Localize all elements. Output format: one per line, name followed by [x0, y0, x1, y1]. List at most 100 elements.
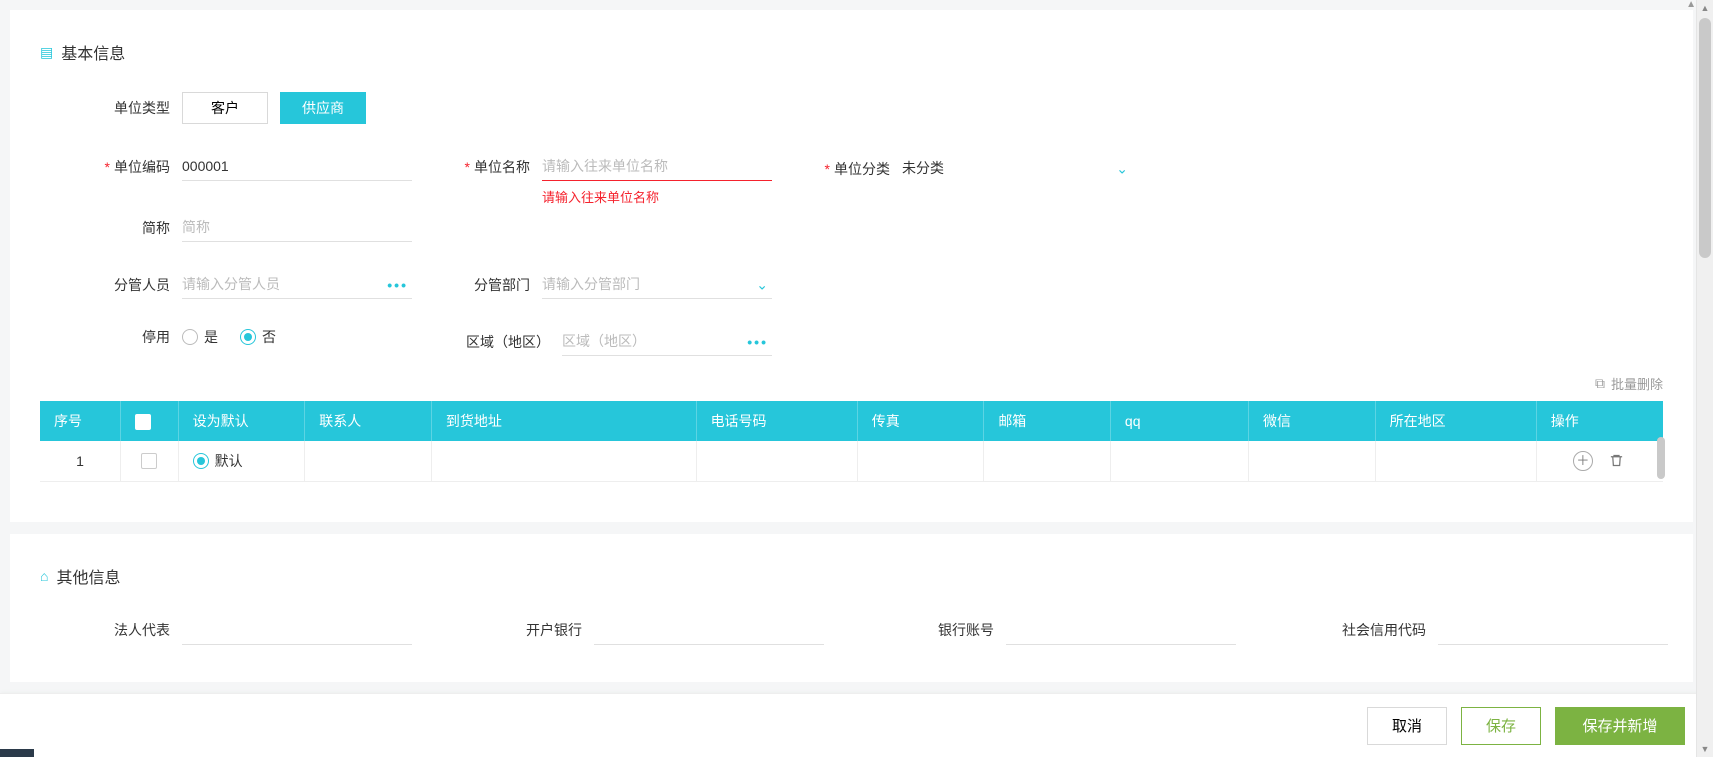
row-checkbox[interactable]: [141, 453, 157, 469]
input-manager[interactable]: [182, 270, 412, 299]
footer-action-bar: 取消 保存 保存并新增: [0, 693, 1713, 757]
unit-type-customer-button[interactable]: 客户: [182, 92, 268, 124]
radio-dot-icon: [193, 453, 209, 469]
field-unit-type: 单位类型 客户 供应商: [90, 92, 450, 124]
radio-disabled-yes[interactable]: 是: [182, 327, 218, 347]
add-row-button[interactable]: ＋: [1573, 451, 1593, 471]
dark-footer-strip: [0, 749, 34, 757]
scroll-down-icon[interactable]: ▼: [1697, 741, 1713, 757]
input-credit-code[interactable]: [1438, 616, 1668, 645]
table-header-row: 序号 设为默认 联系人 到货地址 电话号码 传真 邮箱 qq 微信 所在地区 操…: [40, 401, 1663, 441]
scroll-up-icon[interactable]: ▲: [1697, 0, 1713, 16]
page-scrollbar[interactable]: ▲ ▼: [1696, 0, 1713, 757]
th-qq: qq: [1110, 401, 1248, 441]
label-short-name: 简称: [90, 218, 170, 238]
label-department: 分管部门: [450, 275, 530, 295]
field-short-name: 简称: [90, 213, 450, 242]
th-address: 到货地址: [431, 401, 696, 441]
field-unit-category: *单位分类 未分类 ⌄: [810, 152, 1170, 185]
delete-row-button[interactable]: [1607, 451, 1627, 471]
input-short-name[interactable]: [182, 213, 412, 242]
input-unit-code[interactable]: [182, 152, 412, 181]
label-bank: 开户银行: [502, 620, 582, 640]
save-and-new-button[interactable]: 保存并新增: [1555, 707, 1685, 745]
field-bank: 开户银行: [502, 616, 824, 645]
label-region: 区域（地区）: [450, 332, 550, 352]
save-button[interactable]: 保存: [1461, 707, 1541, 745]
picker-manager[interactable]: •••: [182, 270, 412, 299]
basic-info-title: 基本信息: [61, 40, 125, 64]
th-contact: 联系人: [305, 401, 432, 441]
basic-info-icon: ▤: [40, 44, 53, 61]
label-unit-code: 单位编码: [114, 159, 170, 175]
th-actions: 操作: [1536, 401, 1663, 441]
error-unit-name: 请输入往来单位名称: [542, 187, 659, 206]
input-region[interactable]: [562, 327, 772, 356]
required-marker: *: [825, 161, 830, 177]
contacts-table-wrap: 序号 设为默认 联系人 到货地址 电话号码 传真 邮箱 qq 微信 所在地区 操…: [40, 401, 1663, 482]
cell-wechat[interactable]: [1249, 441, 1376, 481]
field-credit-code: 社会信用代码: [1326, 616, 1668, 645]
cell-fax[interactable]: [857, 441, 984, 481]
th-area: 所在地区: [1375, 401, 1536, 441]
label-credit-code: 社会信用代码: [1326, 620, 1426, 640]
cell-area[interactable]: [1375, 441, 1536, 481]
field-department: 分管部门 ⌄: [450, 270, 810, 299]
radio-disabled-no[interactable]: 否: [240, 327, 276, 347]
label-legal-rep: 法人代表: [90, 620, 170, 640]
trash-icon: [1609, 453, 1624, 468]
select-department[interactable]: ⌄: [542, 270, 772, 299]
copy-icon: ⧉: [1595, 375, 1605, 392]
scrollbar-thumb[interactable]: [1699, 18, 1711, 258]
th-fax: 传真: [857, 401, 984, 441]
cancel-button[interactable]: 取消: [1367, 707, 1447, 745]
input-bank[interactable]: [594, 616, 824, 645]
cell-qq[interactable]: [1110, 441, 1248, 481]
cell-address[interactable]: [431, 441, 696, 481]
input-account[interactable]: [1006, 616, 1236, 645]
field-unit-name: *单位名称 请输入往来单位名称: [450, 152, 810, 181]
batch-delete-link[interactable]: ⧉ 批量删除: [40, 374, 1663, 393]
panel-other-info: ⌂ 其他信息 法人代表 开户银行 银行账号 社会信用代码: [10, 534, 1693, 683]
row-default-radio[interactable]: 默认: [193, 451, 243, 471]
panel-other-header: ⌂ 其他信息: [40, 564, 1663, 588]
label-unit-type: 单位类型: [90, 98, 170, 118]
panel-basic-header: ▤ 基本信息: [40, 40, 1663, 64]
cell-seq: 1: [40, 441, 121, 481]
contacts-table: 序号 设为默认 联系人 到货地址 电话号码 传真 邮箱 qq 微信 所在地区 操…: [40, 401, 1663, 482]
other-info-icon: ⌂: [40, 568, 48, 584]
panel-basic-info: ▤ 基本信息 单位类型 客户 供应商 *单位编码 *单位名称: [10, 10, 1693, 522]
field-region: 区域（地区） •••: [450, 327, 810, 356]
field-manager: 分管人员 •••: [90, 270, 450, 299]
th-phone: 电话号码: [696, 401, 857, 441]
picker-region[interactable]: •••: [562, 327, 772, 356]
field-disabled: 停用 是 否: [90, 327, 450, 347]
cell-email[interactable]: [984, 441, 1111, 481]
th-checkbox: [121, 401, 179, 441]
input-department[interactable]: [542, 270, 772, 299]
cell-phone[interactable]: [696, 441, 857, 481]
cell-contact[interactable]: [305, 441, 432, 481]
content-scroll-area: ▤ 基本信息 单位类型 客户 供应商 *单位编码 *单位名称: [10, 10, 1693, 682]
field-unit-code: *单位编码: [90, 152, 450, 181]
field-legal-rep: 法人代表: [90, 616, 412, 645]
label-unit-name: 单位名称: [474, 159, 530, 175]
th-seq: 序号: [40, 401, 121, 441]
table-scrollbar-thumb[interactable]: [1657, 437, 1665, 479]
th-email: 邮箱: [984, 401, 1111, 441]
th-default: 设为默认: [178, 401, 305, 441]
select-unit-category[interactable]: 未分类 ⌄: [902, 152, 1132, 185]
table-row: 1 默认: [40, 441, 1663, 481]
th-wechat: 微信: [1249, 401, 1376, 441]
input-legal-rep[interactable]: [182, 616, 412, 645]
input-unit-name[interactable]: [542, 152, 772, 181]
field-account: 银行账号: [914, 616, 1236, 645]
label-disabled: 停用: [90, 327, 170, 347]
other-info-title: 其他信息: [56, 564, 120, 588]
unit-type-supplier-button[interactable]: 供应商: [280, 92, 366, 124]
label-manager: 分管人员: [90, 275, 170, 295]
required-marker: *: [465, 159, 470, 175]
header-checkbox[interactable]: [135, 414, 151, 430]
label-account: 银行账号: [914, 620, 994, 640]
scroll-top-caret-icon: ▲: [1686, 0, 1696, 10]
